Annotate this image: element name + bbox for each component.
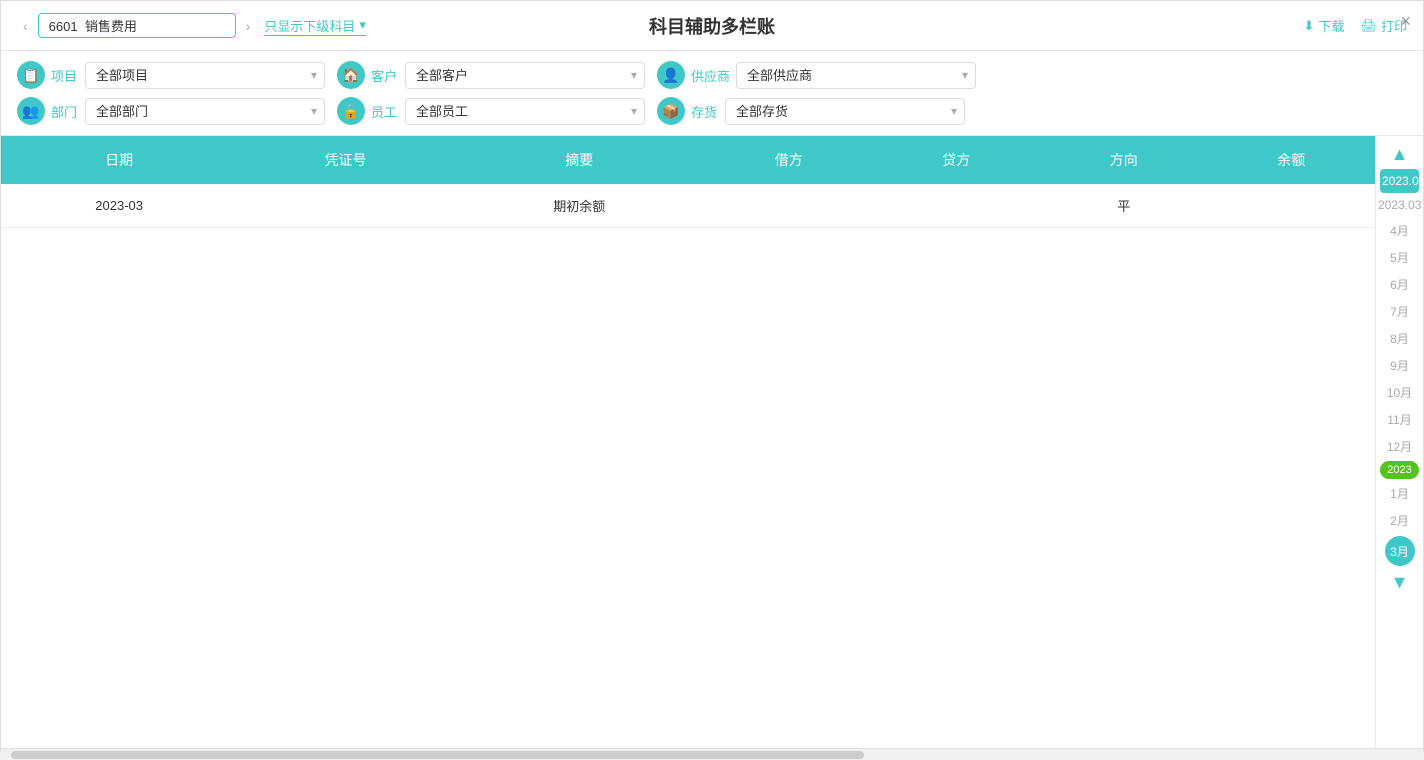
col-voucher: 凭证号 [237, 136, 453, 184]
sidebar-month-12[interactable]: 12月 [1376, 433, 1423, 460]
customer-select-wrapper: 全部客户 [405, 62, 645, 89]
sidebar-month-11[interactable]: 11月 [1376, 406, 1423, 433]
filter-item-inventory: 📦 存货 全部存货 [657, 97, 965, 125]
sidebar-month-1[interactable]: 1月 [1376, 480, 1423, 507]
sidebar-month-10[interactable]: 10月 [1376, 379, 1423, 406]
col-credit: 贷方 [872, 136, 1040, 184]
filter-item-dept: 👥 部门 全部部门 [17, 97, 325, 125]
sidebar-month-5[interactable]: 5月 [1376, 244, 1423, 271]
inventory-select[interactable]: 全部存货 [725, 98, 965, 125]
employee-select-wrapper: 全部员工 [405, 98, 645, 125]
project-select-wrapper: 全部项目 [85, 62, 325, 89]
sidebar-month-4[interactable]: 4月 [1376, 217, 1423, 244]
sidebar-month-3-active[interactable]: 3月 [1376, 534, 1423, 568]
supplier-select-wrapper: 全部供应商 [736, 62, 976, 89]
dept-select[interactable]: 全部部门 [85, 98, 325, 125]
employee-icon: 🔒 [337, 97, 365, 125]
show-sub-btn[interactable]: 只显示下级科目 ▾ [264, 16, 366, 36]
close-btn[interactable]: × [1400, 11, 1411, 32]
col-balance: 余额 [1207, 136, 1375, 184]
sidebar-down-arrow[interactable]: ▼ [1387, 568, 1413, 597]
account-code-input[interactable] [38, 13, 236, 38]
download-btn[interactable]: ⬇ 下载 [1304, 16, 1345, 35]
customer-icon: 🏠 [337, 61, 365, 89]
sidebar-up-arrow[interactable]: ▲ [1387, 140, 1413, 169]
main-area: 日期 凭证号 摘要 借方 贷方 方向 余额 2023-03期初余额平 ▲ 202… [1, 136, 1423, 748]
employee-select[interactable]: 全部员工 [405, 98, 645, 125]
customer-select[interactable]: 全部客户 [405, 62, 645, 89]
supplier-label: 供应商 [691, 66, 730, 85]
scrollbar-thumb [11, 751, 864, 759]
filter-item-employee: 🔒 员工 全部员工 [337, 97, 645, 125]
dept-icon: 👥 [17, 97, 45, 125]
project-select[interactable]: 全部项目 [85, 62, 325, 89]
sidebar-month-2023-03-top[interactable]: 2023.03 [1380, 169, 1419, 193]
download-label: 下载 [1318, 16, 1344, 35]
filter-row-1: 📋 项目 全部项目 🏠 客户 全部客户 👤 供应商 [17, 61, 1407, 89]
col-debit: 借方 [705, 136, 873, 184]
table-header-row: 日期 凭证号 摘要 借方 贷方 方向 余额 [1, 136, 1375, 184]
dept-label: 部门 [51, 102, 79, 121]
nav-next-btn[interactable]: › [240, 16, 257, 36]
sidebar-month-2[interactable]: 2月 [1376, 507, 1423, 534]
col-date: 日期 [1, 136, 237, 184]
top-bar: ‹ › 只显示下级科目 ▾ 科目辅助多栏账 ⬇ 下载 🖨 打印 × [1, 1, 1423, 51]
employee-label: 员工 [371, 102, 399, 121]
sidebar-year-2023[interactable]: 2023 [1380, 461, 1419, 479]
col-summary: 摘要 [454, 136, 705, 184]
sidebar-month-6[interactable]: 6月 [1376, 271, 1423, 298]
filter-area: 📋 项目 全部项目 🏠 客户 全部客户 👤 供应商 [1, 51, 1423, 136]
inventory-icon: 📦 [657, 97, 685, 125]
top-actions: ⬇ 下载 🖨 打印 [1304, 16, 1407, 35]
inventory-label: 存货 [691, 102, 719, 121]
dept-select-wrapper: 全部部门 [85, 98, 325, 125]
project-label: 项目 [51, 66, 79, 85]
sidebar-month-7[interactable]: 7月 [1376, 298, 1423, 325]
filter-item-customer: 🏠 客户 全部客户 [337, 61, 645, 89]
active-month-badge: 3月 [1385, 536, 1415, 566]
sidebar-month-9[interactable]: 9月 [1376, 352, 1423, 379]
table-wrapper[interactable]: 日期 凭证号 摘要 借方 贷方 方向 余额 2023-03期初余额平 [1, 136, 1375, 748]
data-table: 日期 凭证号 摘要 借方 贷方 方向 余额 2023-03期初余额平 [1, 136, 1375, 228]
right-sidebar: ▲ 2023.03 2023.03 4月 5月 6月 7月 8月 [1375, 136, 1423, 748]
page-title: 科目辅助多栏账 [649, 13, 775, 39]
print-icon: 🖨 [1360, 18, 1377, 34]
supplier-icon: 👤 [657, 61, 685, 89]
col-direction: 方向 [1040, 136, 1208, 184]
show-sub-label: 只显示下级科目 [264, 16, 355, 35]
show-sub-chevron: ▾ [359, 17, 366, 33]
nav-prev-btn[interactable]: ‹ [17, 16, 34, 36]
filter-item-project: 📋 项目 全部项目 [17, 61, 325, 89]
sidebar-month-2023-03-sub[interactable]: 2023.03 [1376, 193, 1423, 217]
table-row: 2023-03期初余额平 [1, 184, 1375, 228]
sidebar-month-8[interactable]: 8月 [1376, 325, 1423, 352]
bottom-scrollbar[interactable] [1, 748, 1423, 760]
filter-item-supplier: 👤 供应商 全部供应商 [657, 61, 976, 89]
filter-row-2: 👥 部门 全部部门 🔒 员工 全部员工 📦 存货 [17, 97, 1407, 125]
download-icon: ⬇ [1304, 18, 1315, 34]
project-icon: 📋 [17, 61, 45, 89]
supplier-select[interactable]: 全部供应商 [736, 62, 976, 89]
main-window: ‹ › 只显示下级科目 ▾ 科目辅助多栏账 ⬇ 下载 🖨 打印 × 📋 项目 [0, 0, 1424, 752]
inventory-select-wrapper: 全部存货 [725, 98, 965, 125]
customer-label: 客户 [371, 66, 399, 85]
